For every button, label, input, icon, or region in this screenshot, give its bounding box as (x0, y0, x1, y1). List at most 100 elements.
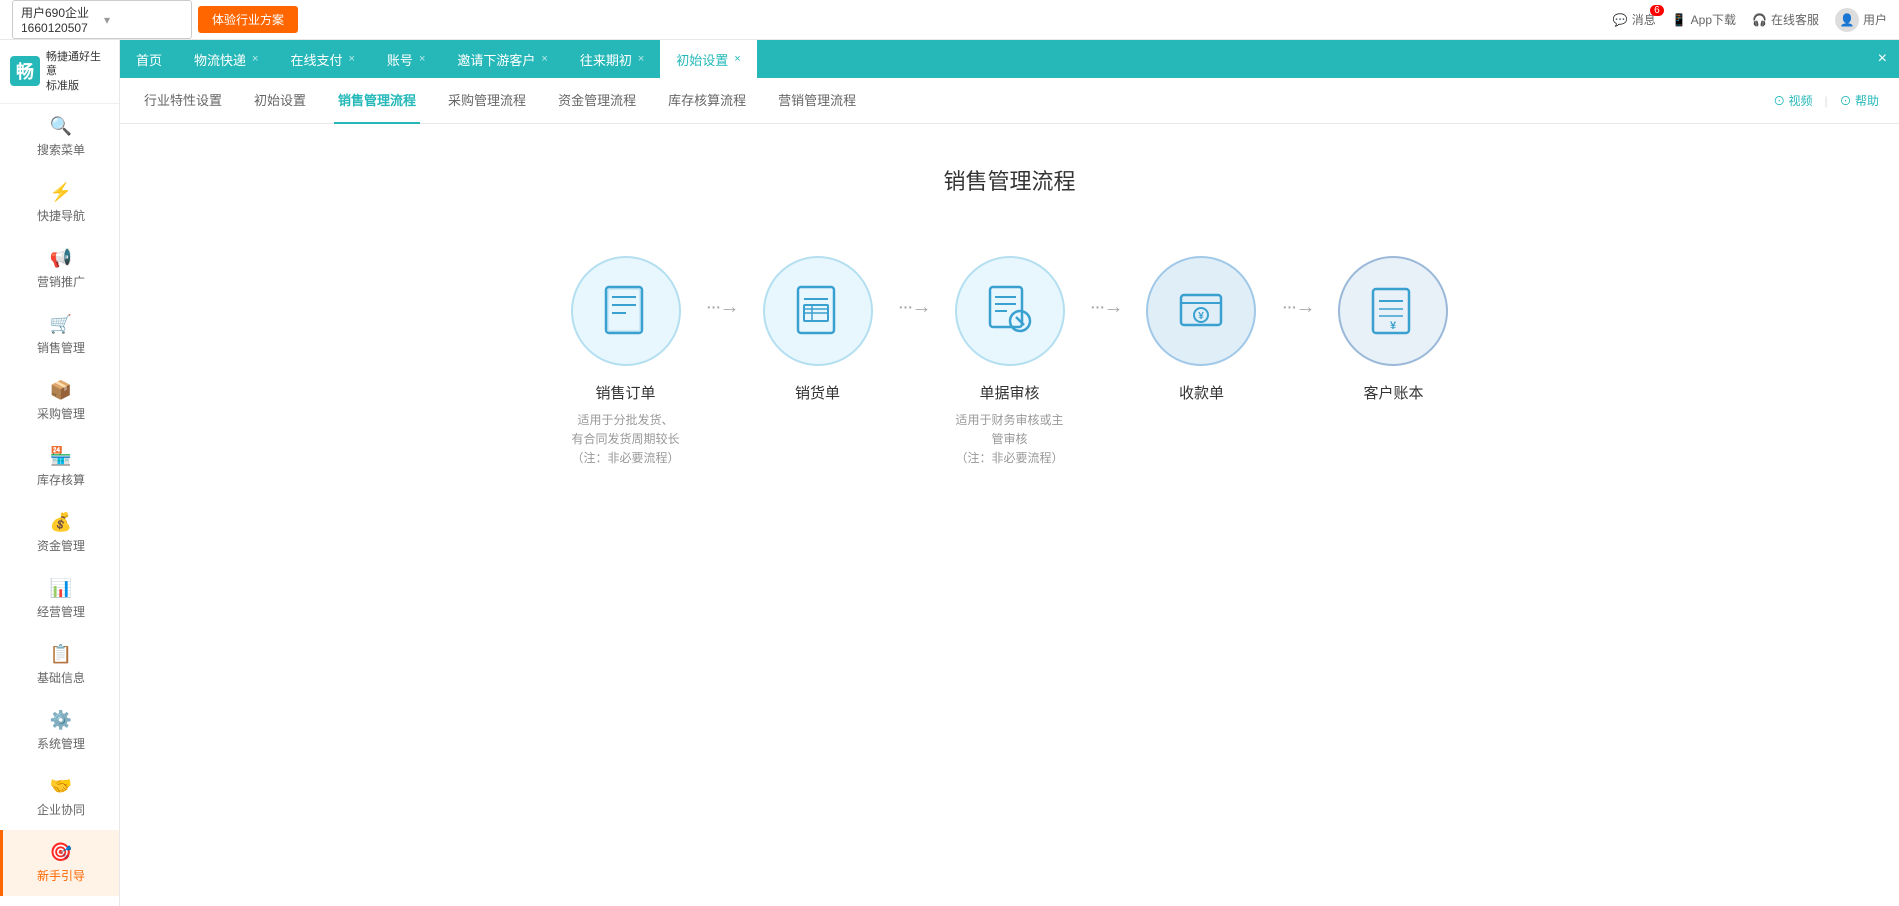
dropdown-arrow-icon: ▾ (104, 13, 183, 27)
tab-account[interactable]: 账号 × (371, 40, 441, 78)
experience-button[interactable]: 体验行业方案 (198, 6, 298, 33)
sidebar-item-search[interactable]: 🔍 搜索菜单 (0, 104, 119, 170)
flow-step-review: 单据审核 适用于财务审核或主管审核（注：非必要流程） (920, 256, 1100, 469)
step-circle-ledger: ¥ (1338, 256, 1448, 366)
service-item[interactable]: 🎧 在线客服 (1752, 11, 1819, 28)
subtab-actions: ⊙ 视频 | ⊙ 帮助 (1773, 92, 1879, 109)
svg-text:¥: ¥ (1199, 311, 1205, 322)
logo-line2: 标准版 (46, 79, 109, 93)
sidebar-item-purchase[interactable]: 📦 采购管理 (0, 368, 119, 434)
sidebar-item-quicknav[interactable]: ⚡ 快捷导航 (0, 170, 119, 236)
tab-period[interactable]: 往来期初 × (564, 40, 660, 78)
logo-area: 畅 畅捷通好生意 标准版 (0, 40, 119, 104)
subtab-inventory-flow-label: 库存核算流程 (668, 90, 746, 109)
step-circle-review (955, 256, 1065, 366)
subtab-initial[interactable]: 初始设置 (250, 78, 310, 124)
sidebar-label-sales: 销售管理 (37, 339, 85, 356)
tab-payment[interactable]: 在线支付 × (274, 40, 370, 78)
sales-icon: 🛒 (50, 314, 72, 335)
sidebar: 畅 畅捷通好生意 标准版 🔍 搜索菜单 ⚡ 快捷导航 📢 营销推广 🛒 销售管理… (0, 40, 120, 906)
avatar: 👤 (1835, 8, 1859, 32)
subtab-finance-flow-label: 资金管理流程 (558, 90, 636, 109)
subtab-industry[interactable]: 行业特性设置 (140, 78, 226, 124)
tab-logistics-close[interactable]: × (252, 53, 258, 65)
logo-text: 畅捷通好生意 标准版 (46, 50, 109, 93)
tab-invitedown-close[interactable]: × (541, 53, 547, 65)
tab-payment-close[interactable]: × (348, 53, 354, 65)
sidebar-label-quicknav: 快捷导航 (37, 207, 85, 224)
base-icon: 📋 (50, 644, 72, 665)
sidebar-item-base[interactable]: 📋 基础信息 (0, 632, 119, 698)
sidebar-item-marketing[interactable]: 📢 营销推广 (0, 236, 119, 302)
step-name-sales-order: 销售订单 (596, 382, 656, 403)
svg-text:畅: 畅 (16, 61, 34, 82)
message-icon: 💬 (1613, 13, 1628, 27)
tab-logistics-label: 物流快递 (194, 50, 246, 69)
sidebar-item-system[interactable]: ⚙️ 系统管理 (0, 698, 119, 764)
help-link[interactable]: ⊙ 帮助 (1840, 92, 1879, 109)
subtab-finance-flow[interactable]: 资金管理流程 (554, 78, 640, 124)
tab-logistics[interactable]: 物流快递 × (178, 40, 274, 78)
search-icon: 🔍 (50, 116, 72, 137)
sidebar-label-marketing: 营销推广 (37, 273, 85, 290)
system-icon: ⚙️ (50, 710, 72, 731)
sidebar-item-inventory[interactable]: 🏪 库存核算 (0, 434, 119, 500)
sidebar-item-newguide[interactable]: 🎯 新手引导 (0, 830, 119, 896)
ledger-icon: ¥ (1365, 283, 1421, 339)
message-item[interactable]: 💬 消息 6 (1613, 11, 1656, 28)
sidebar-label-system: 系统管理 (37, 735, 85, 752)
step-circle-sales-order (571, 256, 681, 366)
tab-invitedown[interactable]: 邀请下游客户 × (441, 40, 563, 78)
help-divider: | (1825, 94, 1828, 108)
subtab-marketing-flow[interactable]: 营销管理流程 (774, 78, 860, 124)
user-avatar-item[interactable]: 👤 用户 (1835, 8, 1887, 32)
sidebar-label-newguide: 新手引导 (37, 867, 85, 884)
operation-icon: 📊 (50, 578, 72, 599)
flow-step-sales-order: 销售订单 适用于分批发货、有合同发货周期较长（注：非必要流程） (536, 256, 716, 469)
subtab-marketing-flow-label: 营销管理流程 (778, 90, 856, 109)
sidebar-label-search: 搜索菜单 (37, 141, 85, 158)
sidebar-item-finance[interactable]: 💰 资金管理 (0, 500, 119, 566)
logo-icon: 畅 (10, 56, 40, 86)
step-name-ledger: 客户账本 (1363, 382, 1423, 403)
subtab-inventory-flow[interactable]: 库存核算流程 (664, 78, 750, 124)
quicknav-icon: ⚡ (50, 182, 72, 203)
top-bar-right: 💬 消息 6 📱 App下载 🎧 在线客服 👤 用户 (1613, 8, 1887, 32)
step-desc-sales-order: 适用于分批发货、有合同发货周期较长（注：非必要流程） (572, 411, 680, 469)
invoice-icon (790, 283, 846, 339)
sidebar-label-base: 基础信息 (37, 669, 85, 686)
tab-initial-close[interactable]: × (734, 53, 740, 65)
tab-period-label: 往来期初 (580, 50, 632, 69)
sidebar-item-operation[interactable]: 📊 经营管理 (0, 566, 119, 632)
sub-tabs: 行业特性设置 初始设置 销售管理流程 采购管理流程 资金管理流程 库存核算流程 (120, 78, 1899, 124)
close-all-button[interactable]: × (1866, 50, 1899, 68)
sidebar-item-enterprise[interactable]: 🤝 企业协同 (0, 764, 119, 830)
enterprise-icon: 🤝 (50, 776, 72, 797)
subtab-purchase-flow[interactable]: 采购管理流程 (444, 78, 530, 124)
flow-container: 销售管理流程 销售订单 (120, 124, 1899, 509)
sidebar-item-appcenter[interactable]: 📱 应用中心 (0, 896, 119, 906)
sidebar-label-purchase: 采购管理 (37, 405, 85, 422)
newguide-icon: 🎯 (50, 842, 72, 863)
logo-line1: 畅捷通好生意 (46, 50, 109, 79)
tab-account-close[interactable]: × (419, 53, 425, 65)
app-download-item[interactable]: 📱 App下载 (1672, 11, 1736, 28)
user-select[interactable]: 用户690企业1660120507 ▾ (12, 0, 192, 39)
marketing-icon: 📢 (50, 248, 72, 269)
tab-period-close[interactable]: × (638, 53, 644, 65)
step-name-receipt: 收款单 (1179, 382, 1224, 403)
review-icon (982, 283, 1038, 339)
message-badge: 6 (1650, 5, 1664, 16)
step-circle-invoice (763, 256, 873, 366)
app-icon: 📱 (1672, 13, 1687, 27)
step-circle-receipt: ¥ (1146, 256, 1256, 366)
subtab-sales-flow[interactable]: 销售管理流程 (334, 78, 420, 124)
video-link[interactable]: ⊙ 视频 (1773, 92, 1812, 109)
page-content: 行业特性设置 初始设置 销售管理流程 采购管理流程 资金管理流程 库存核算流程 (120, 78, 1899, 906)
step-name-invoice: 销货单 (795, 382, 840, 403)
user-name: 用户 (1863, 11, 1887, 28)
tab-initial-label: 初始设置 (676, 50, 728, 69)
tab-initial[interactable]: 初始设置 × (660, 40, 756, 78)
sidebar-item-sales[interactable]: 🛒 销售管理 (0, 302, 119, 368)
tab-home[interactable]: 首页 (120, 40, 178, 78)
